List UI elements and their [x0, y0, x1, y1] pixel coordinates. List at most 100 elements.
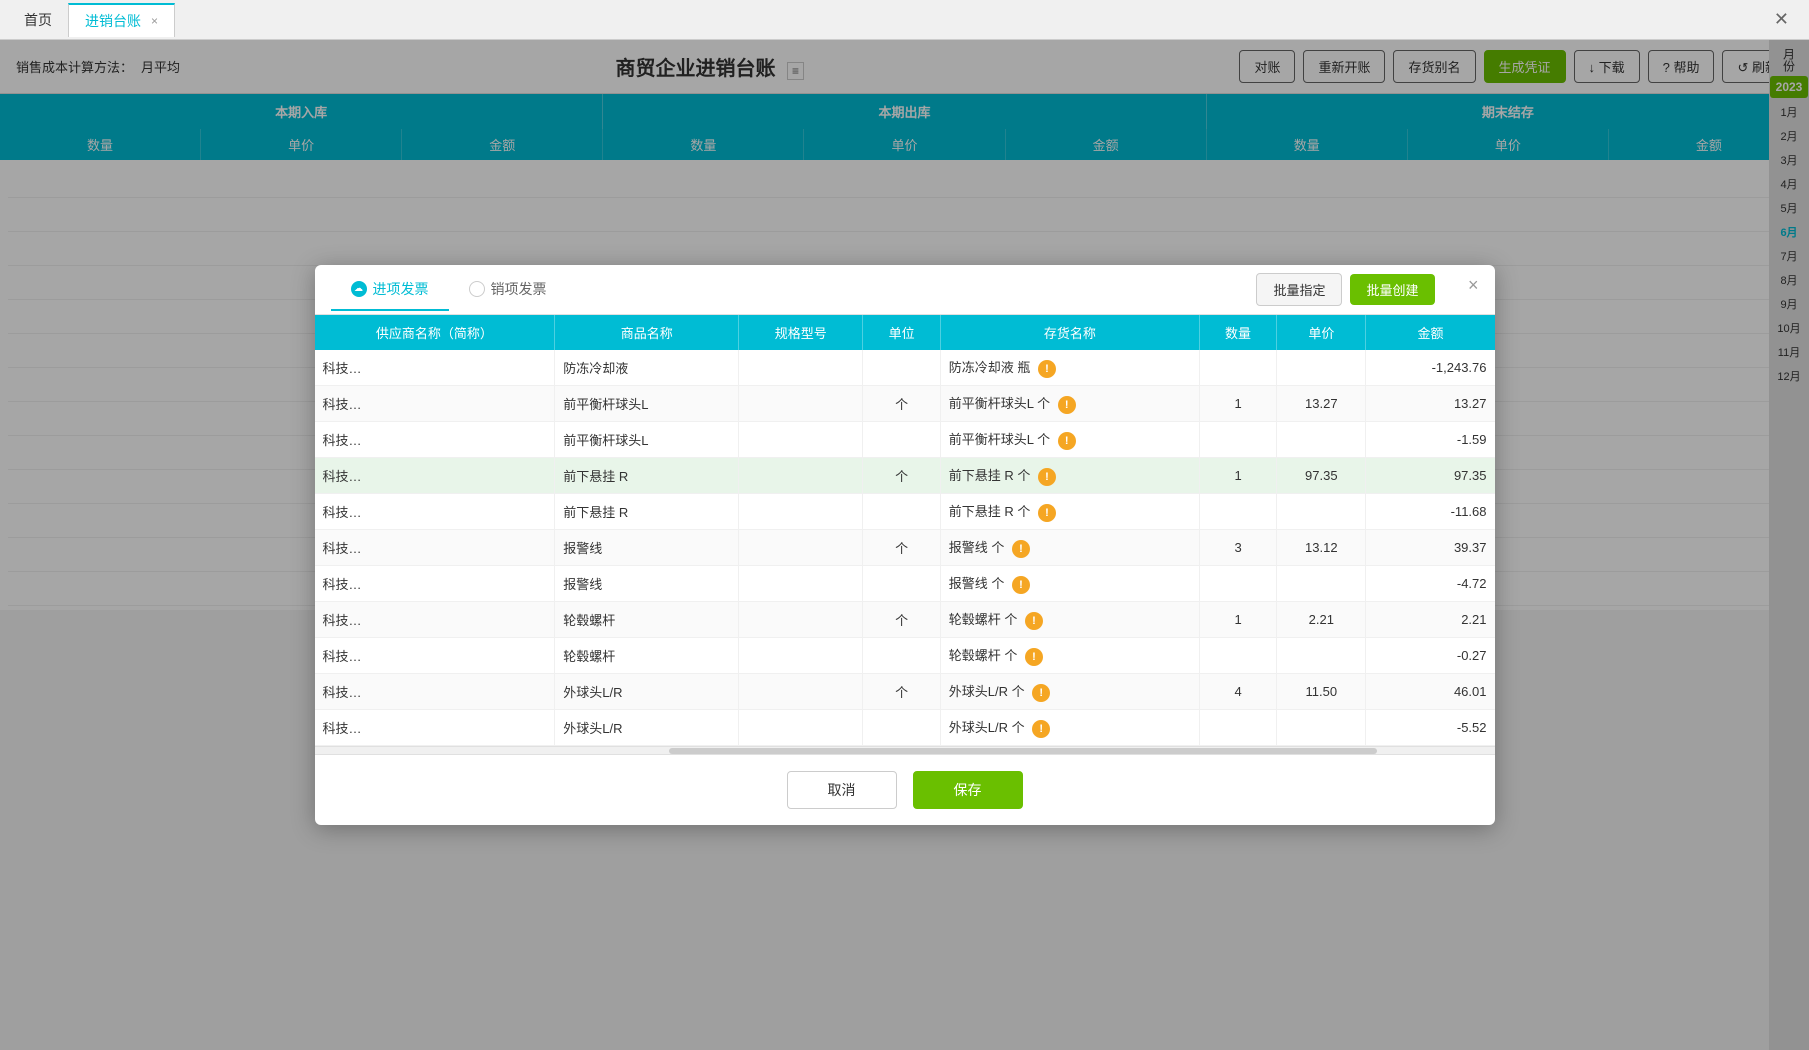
cell-qty: 1: [1199, 458, 1276, 494]
window-close-button[interactable]: ✕: [1762, 9, 1801, 30]
cell-unit: [863, 494, 940, 530]
table-row: 科技…轮毂螺杆轮毂螺杆 个 !-0.27: [315, 638, 1495, 674]
modal-dialog: ☁ 进项发票 □ 销项发票 批量指定 批量创建 × 供应: [315, 265, 1495, 825]
warning-icon: !: [1058, 432, 1076, 450]
warning-icon: !: [1032, 720, 1050, 738]
sales-tab-icon: □: [469, 281, 485, 297]
purchase-tab-icon: ☁: [351, 281, 367, 297]
cell-product-name: 报警线: [555, 530, 739, 566]
main-content: 销售成本计算方法： 月平均 商贸企业进销台账 ≡ 对账 重新开账 存货别名 生成…: [0, 40, 1809, 1050]
warning-icon: !: [1058, 396, 1076, 414]
table-row: 科技…前下悬挂 R 前下悬挂 R 个 ! -11.68: [315, 494, 1495, 530]
table-row: 科技…报警线报警线 个 !-4.72: [315, 566, 1495, 602]
modal-footer: 取消 保存: [315, 754, 1495, 825]
cell-unit-price: [1277, 710, 1366, 746]
col-amount: 金额: [1366, 315, 1495, 350]
save-button[interactable]: 保存: [913, 771, 1023, 809]
cell-product-name: 防冻冷却液: [555, 350, 739, 386]
cell-spec: [739, 350, 863, 386]
cell-supplier: 科技…: [315, 674, 555, 710]
cell-product-name: 前下悬挂 R: [555, 458, 739, 494]
cell-qty: 1: [1199, 602, 1276, 638]
cell-qty: [1199, 494, 1276, 530]
cell-unit: [863, 710, 940, 746]
cell-supplier: 科技…: [315, 494, 555, 530]
cell-qty: [1199, 710, 1276, 746]
warning-icon: !: [1012, 576, 1030, 594]
cell-spec: [739, 458, 863, 494]
cell-qty: 1: [1199, 386, 1276, 422]
batch-assign-button[interactable]: 批量指定: [1256, 273, 1342, 306]
modal-table-wrap[interactable]: 供应商名称（简称） 商品名称 规格型号 单位 存货名称 数量 单价 金额 科技……: [315, 315, 1495, 746]
cell-inventory-name: 前下悬挂 R 个 !: [940, 494, 1199, 530]
cell-inventory-name: 报警线 个 !: [940, 530, 1199, 566]
col-qty: 数量: [1199, 315, 1276, 350]
cell-unit: [863, 638, 940, 674]
cell-unit: 个: [863, 386, 940, 422]
cell-product-name: 报警线: [555, 566, 739, 602]
cell-unit-price: 13.27: [1277, 386, 1366, 422]
cell-supplier: 科技…: [315, 566, 555, 602]
table-row: 科技…前平衡杆球头L前平衡杆球头L 个 !-1.59: [315, 422, 1495, 458]
col-supplier: 供应商名称（简称）: [315, 315, 555, 350]
tab-sales-invoice[interactable]: □ 销项发票: [449, 269, 567, 311]
cell-unit-price: [1277, 350, 1366, 386]
batch-create-button[interactable]: 批量创建: [1350, 274, 1434, 305]
cell-qty: [1199, 638, 1276, 674]
cell-supplier: 科技…: [315, 386, 555, 422]
cell-inventory-name: 轮毂螺杆 个 !: [940, 638, 1199, 674]
cell-amount: -5.52: [1366, 710, 1495, 746]
tab-purchase-invoice[interactable]: ☁ 进项发票: [331, 269, 449, 311]
cell-unit: 个: [863, 530, 940, 566]
tab-close-icon[interactable]: ×: [151, 14, 158, 28]
warning-icon: !: [1038, 468, 1056, 486]
table-row: 科技…轮毂螺杆个轮毂螺杆 个 !12.212.21: [315, 602, 1495, 638]
cell-unit: 个: [863, 458, 940, 494]
cell-amount: -0.27: [1366, 638, 1495, 674]
warning-icon: !: [1025, 612, 1043, 630]
cell-inventory-name: 前平衡杆球头L 个 !: [940, 422, 1199, 458]
cell-unit: [863, 422, 940, 458]
cell-unit-price: 11.50: [1277, 674, 1366, 710]
warning-icon: !: [1025, 648, 1043, 666]
modal-overlay: ☁ 进项发票 □ 销项发票 批量指定 批量创建 × 供应: [0, 40, 1809, 1050]
cell-inventory-name: 防冻冷却液 瓶 !: [940, 350, 1199, 386]
cell-unit-price: 97.35: [1277, 458, 1366, 494]
cell-spec: [739, 386, 863, 422]
modal-scrollbar[interactable]: [315, 746, 1495, 754]
cell-spec: [739, 530, 863, 566]
cell-supplier: 科技…: [315, 422, 555, 458]
cell-spec: [739, 674, 863, 710]
cell-spec: [739, 710, 863, 746]
cell-spec: [739, 602, 863, 638]
cell-unit-price: 2.21: [1277, 602, 1366, 638]
cell-spec: [739, 638, 863, 674]
col-inventory-name: 存货名称: [940, 315, 1199, 350]
cell-product-name: 外球头L/R: [555, 710, 739, 746]
cell-spec: [739, 494, 863, 530]
cell-qty: [1199, 422, 1276, 458]
modal-scrollbar-thumb: [669, 748, 1377, 754]
cell-product-name: 前下悬挂 R: [555, 494, 739, 530]
table-row: 科技…前下悬挂 R个前下悬挂 R 个 !197.3597.35: [315, 458, 1495, 494]
col-unit: 单位: [863, 315, 940, 350]
warning-icon: !: [1012, 540, 1030, 558]
cell-unit-price: [1277, 422, 1366, 458]
cell-qty: [1199, 566, 1276, 602]
cell-supplier: 科技…: [315, 530, 555, 566]
table-row: 科技…防冻冷却液防冻冷却液 瓶 !-1,243.76: [315, 350, 1495, 386]
cell-product-name: 轮毂螺杆: [555, 602, 739, 638]
cell-amount: -11.68: [1366, 494, 1495, 530]
cancel-button[interactable]: 取消: [787, 771, 897, 809]
cell-unit-price: [1277, 494, 1366, 530]
warning-icon: !: [1038, 360, 1056, 378]
cell-unit-price: [1277, 566, 1366, 602]
warning-icon: !: [1032, 684, 1050, 702]
modal-close-button[interactable]: ×: [1468, 275, 1479, 296]
cell-amount: 2.21: [1366, 602, 1495, 638]
cell-amount: 13.27: [1366, 386, 1495, 422]
cell-unit: [863, 350, 940, 386]
tab-ledger[interactable]: 进销台账 ×: [68, 3, 175, 37]
cell-unit: [863, 566, 940, 602]
tab-home[interactable]: 首页: [8, 4, 68, 36]
